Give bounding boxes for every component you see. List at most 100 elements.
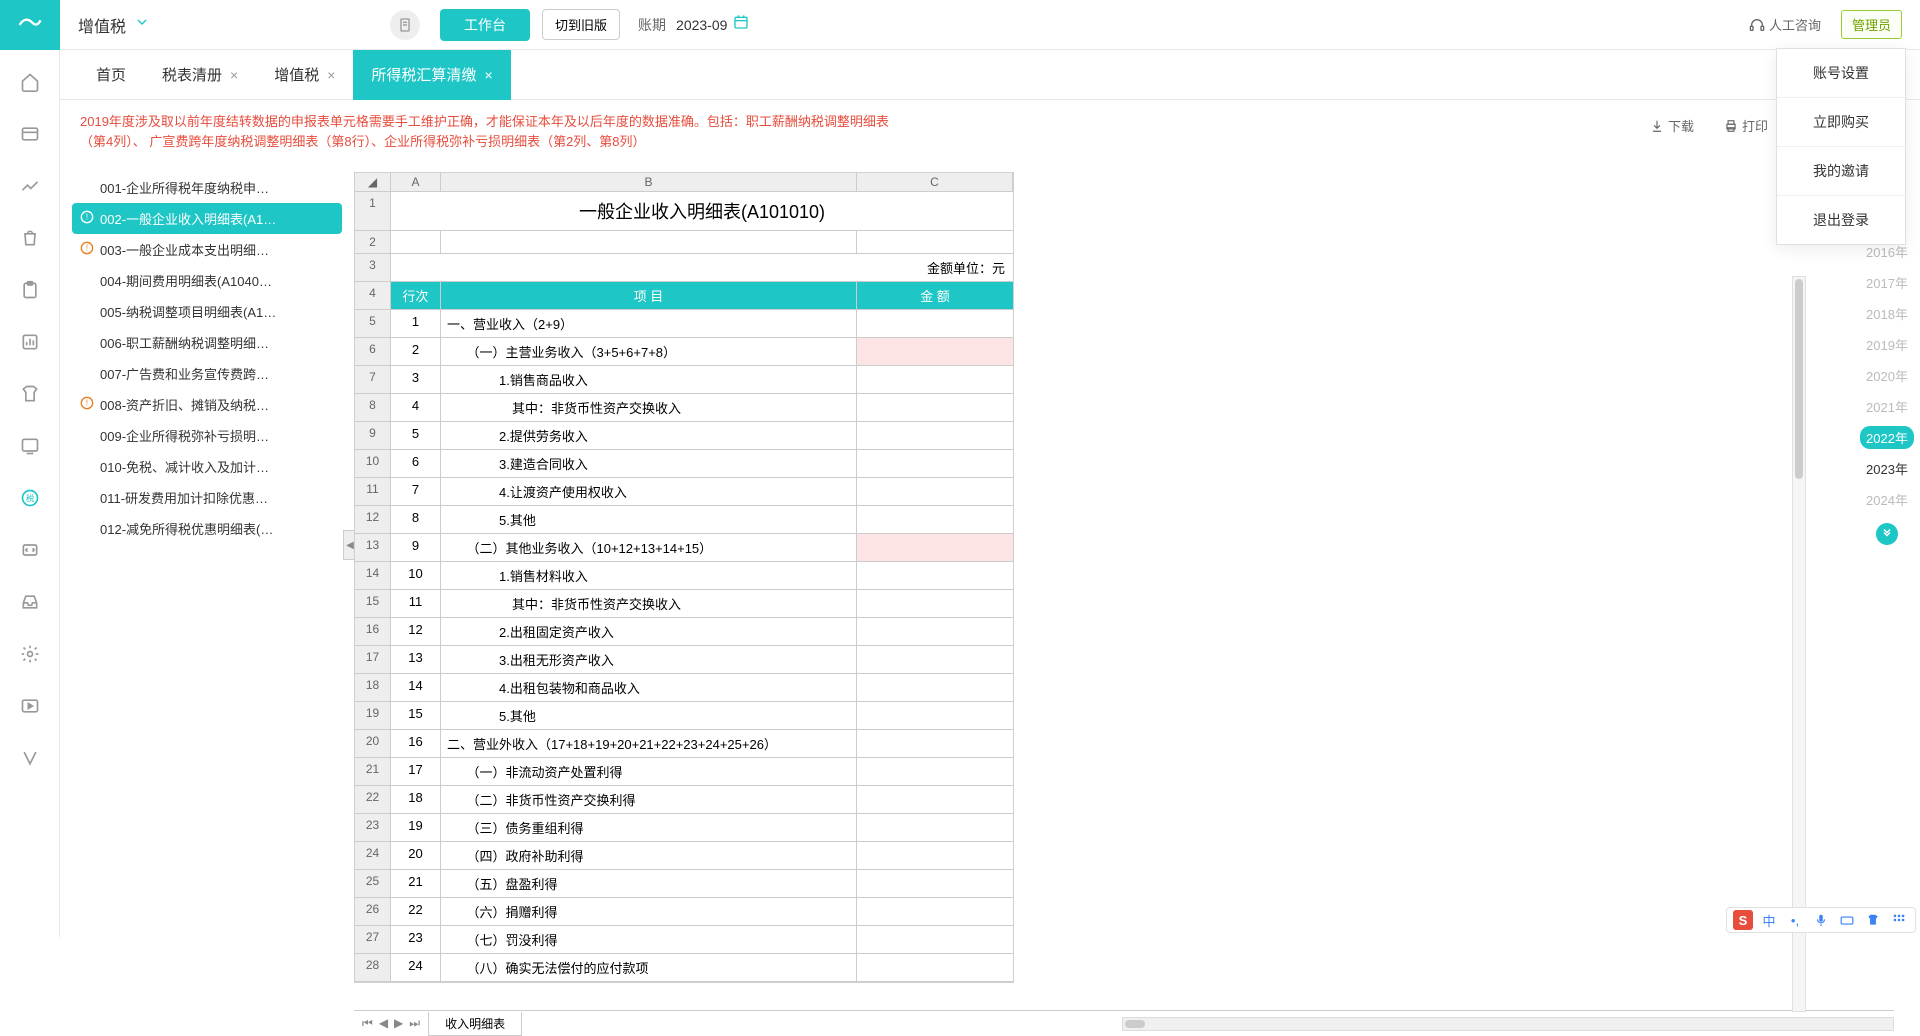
col-header-c[interactable]: C xyxy=(857,173,1013,191)
card-icon[interactable] xyxy=(18,122,42,146)
cell[interactable] xyxy=(857,926,1013,953)
cell[interactable]: 其中：非货币性资产交换收入 xyxy=(441,394,857,421)
cell[interactable]: 13 xyxy=(391,646,441,673)
vertical-scrollbar[interactable] xyxy=(1792,276,1806,1012)
cell[interactable] xyxy=(857,338,1013,365)
row-header[interactable]: 13 xyxy=(355,534,391,561)
cell[interactable]: （七）罚没利得 xyxy=(441,926,857,953)
cell[interactable]: 1.销售商品收入 xyxy=(441,366,857,393)
tab[interactable]: 增值税× xyxy=(256,50,353,100)
form-list-item[interactable]: 006-职工薪酬纳税调整明细… xyxy=(72,327,342,358)
cell[interactable]: 11 xyxy=(391,590,441,617)
ime-punct-icon[interactable]: •, xyxy=(1785,910,1805,930)
cell[interactable] xyxy=(857,618,1013,645)
form-list-item[interactable]: !003-一般企业成本支出明细… xyxy=(72,234,342,265)
row-header[interactable]: 27 xyxy=(355,926,391,953)
cell[interactable]: 1.销售材料收入 xyxy=(441,562,857,589)
admin-button[interactable]: 管理员 xyxy=(1841,10,1902,39)
row-header[interactable]: 17 xyxy=(355,646,391,673)
year-item[interactable]: 2018年 xyxy=(1860,302,1914,325)
spreadsheet[interactable]: ◢ A B C 1一般企业收入明细表(A101010) 2 3金额单位：元 4行… xyxy=(354,172,1014,983)
clipboard-icon[interactable] xyxy=(18,278,42,302)
cell[interactable]: 10 xyxy=(391,562,441,589)
sheet-tab[interactable]: 收入明细表 xyxy=(428,1012,522,1036)
close-icon[interactable]: × xyxy=(230,67,238,83)
row-header[interactable]: 12 xyxy=(355,506,391,533)
cell[interactable]: 3.出租无形资产收入 xyxy=(441,646,857,673)
cell[interactable]: 二、营业外收入（17+18+19+20+21+22+23+24+25+26） xyxy=(441,730,857,757)
cell[interactable] xyxy=(857,954,1013,981)
cell[interactable]: 12 xyxy=(391,618,441,645)
cell[interactable] xyxy=(857,814,1013,841)
row-header[interactable]: 9 xyxy=(355,422,391,449)
bag-icon[interactable] xyxy=(18,226,42,250)
ime-keyboard-icon[interactable] xyxy=(1837,910,1857,930)
cell[interactable] xyxy=(857,674,1013,701)
settings-icon[interactable] xyxy=(18,642,42,666)
year-item[interactable]: 2021年 xyxy=(1860,395,1914,418)
cell[interactable]: 4.出租包装物和商品收入 xyxy=(441,674,857,701)
ime-skin-icon[interactable] xyxy=(1863,910,1883,930)
cell[interactable] xyxy=(857,534,1013,561)
menu-buy-now[interactable]: 立即购买 xyxy=(1777,98,1905,147)
cell[interactable]: 2 xyxy=(391,338,441,365)
form-list-item[interactable]: 004-期间费用明细表(A1040… xyxy=(72,265,342,296)
cell[interactable]: 7 xyxy=(391,478,441,505)
doc-icon[interactable] xyxy=(390,10,420,40)
app-logo[interactable] xyxy=(0,0,60,50)
form-list-item[interactable]: 009-企业所得税弥补亏损明… xyxy=(72,420,342,451)
year-item[interactable]: 2019年 xyxy=(1860,333,1914,356)
cell[interactable] xyxy=(857,478,1013,505)
expand-years-icon[interactable] xyxy=(1876,523,1898,545)
v-icon[interactable] xyxy=(18,746,42,770)
year-item[interactable]: 2020年 xyxy=(1860,364,1914,387)
close-icon[interactable]: × xyxy=(327,67,335,83)
tax-icon[interactable]: 税 xyxy=(18,486,42,510)
cell[interactable]: 16 xyxy=(391,730,441,757)
cell[interactable] xyxy=(857,366,1013,393)
col-header-a[interactable]: A xyxy=(391,173,441,191)
form-list-item[interactable]: 010-免税、减计收入及加计… xyxy=(72,451,342,482)
tab[interactable]: 税表清册× xyxy=(144,50,256,100)
cell[interactable] xyxy=(857,786,1013,813)
form-list-item[interactable]: 001-企业所得税年度纳税申… xyxy=(72,172,342,203)
row-header[interactable]: 25 xyxy=(355,870,391,897)
cell[interactable]: 5 xyxy=(391,422,441,449)
cell[interactable]: （二）其他业务收入（10+12+13+14+15） xyxy=(441,534,857,561)
inbox-icon[interactable] xyxy=(18,590,42,614)
cell[interactable]: 23 xyxy=(391,926,441,953)
cell[interactable]: （二）非货币性资产交换利得 xyxy=(441,786,857,813)
cell[interactable]: 1 xyxy=(391,310,441,337)
cell[interactable]: （一）非流动资产处置利得 xyxy=(441,758,857,785)
row-header[interactable]: 5 xyxy=(355,310,391,337)
form-list-item[interactable]: 012-减免所得税优惠明细表(… xyxy=(72,513,342,544)
row-header[interactable]: 23 xyxy=(355,814,391,841)
row-header[interactable]: 15 xyxy=(355,590,391,617)
cell[interactable] xyxy=(857,646,1013,673)
tshirt-icon[interactable] xyxy=(18,382,42,406)
ime-tools-icon[interactable] xyxy=(1889,910,1909,930)
cell[interactable]: 3.建造合同收入 xyxy=(441,450,857,477)
consult-link[interactable]: 人工咨询 xyxy=(1749,15,1821,34)
col-header-b[interactable]: B xyxy=(441,173,857,191)
calendar-icon[interactable] xyxy=(733,14,749,35)
cell[interactable]: 4 xyxy=(391,394,441,421)
cell[interactable]: 4.让渡资产使用权收入 xyxy=(441,478,857,505)
transfer-icon[interactable] xyxy=(18,538,42,562)
cell[interactable] xyxy=(857,394,1013,421)
cell[interactable] xyxy=(857,842,1013,869)
cell[interactable]: 2.出租固定资产收入 xyxy=(441,618,857,645)
cell[interactable]: 3 xyxy=(391,366,441,393)
cell[interactable]: （八）确实无法偿付的应付款项 xyxy=(441,954,857,981)
menu-my-invite[interactable]: 我的邀请 xyxy=(1777,147,1905,196)
cell[interactable] xyxy=(857,702,1013,729)
company-dropdown[interactable]: 增值税 xyxy=(78,13,150,37)
cell[interactable]: 19 xyxy=(391,814,441,841)
form-list-item[interactable]: !002-一般企业收入明细表(A1… xyxy=(72,203,342,234)
cell[interactable] xyxy=(857,310,1013,337)
close-icon[interactable]: × xyxy=(484,67,492,83)
cell[interactable]: 一、营业收入（2+9） xyxy=(441,310,857,337)
year-item[interactable]: 2023年 xyxy=(1860,457,1914,480)
row-header[interactable]: 6 xyxy=(355,338,391,365)
cell[interactable]: 5.其他 xyxy=(441,702,857,729)
